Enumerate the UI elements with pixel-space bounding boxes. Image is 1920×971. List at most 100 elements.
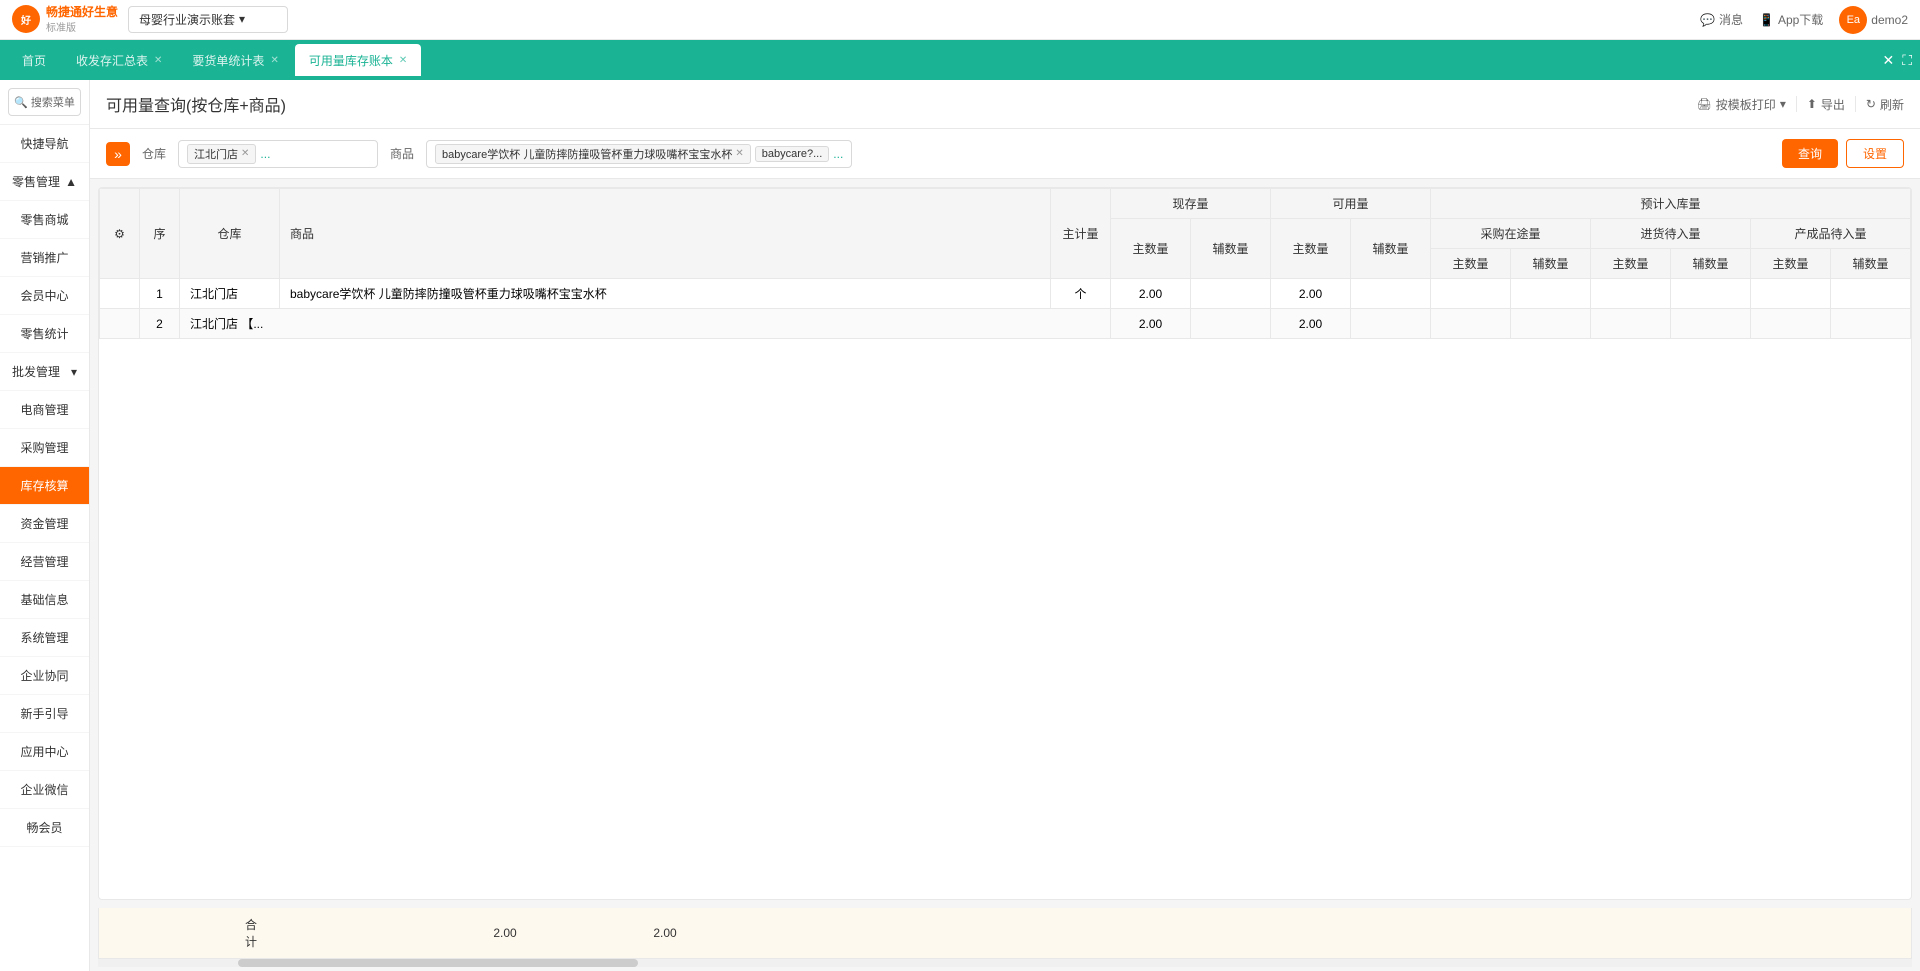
export-icon: ⬆ bbox=[1807, 97, 1817, 111]
sidebar-item-vip[interactable]: 畅会员 bbox=[0, 809, 89, 847]
refresh-button[interactable]: ↻ 刷新 bbox=[1866, 96, 1904, 113]
subtotal-incoming-main bbox=[1591, 309, 1671, 339]
th-incoming: 进货待入量 bbox=[1591, 219, 1751, 249]
sidebar-item-retail[interactable]: 零售管理 ▲ bbox=[0, 163, 89, 201]
product-more-icon[interactable]: ... bbox=[833, 147, 843, 161]
row1-production-main bbox=[1751, 279, 1831, 309]
product-filter-tag-2: babycare?... bbox=[755, 146, 830, 162]
row1-seq: 1 bbox=[140, 279, 180, 309]
divider-2 bbox=[1855, 96, 1856, 112]
scrollbar-thumb[interactable] bbox=[238, 959, 638, 967]
sidebar-item-marketing[interactable]: 营销推广 bbox=[0, 239, 89, 277]
tab-order-stats-close[interactable]: ✕ bbox=[270, 55, 278, 66]
user-action[interactable]: Ea demo2 bbox=[1839, 6, 1908, 34]
sidebar-item-operations[interactable]: 经营管理 bbox=[0, 543, 89, 581]
sidebar-item-retail-stats[interactable]: 零售统计 bbox=[0, 315, 89, 353]
subtotal-purchasing-main bbox=[1431, 309, 1511, 339]
filter-toggle-button[interactable]: » bbox=[106, 142, 130, 166]
sidebar-item-retail-mall[interactable]: 零售商城 bbox=[0, 201, 89, 239]
logo-area: 好 畅捷通好生意 标准版 bbox=[12, 5, 118, 34]
subtotal-purchasing-aux bbox=[1511, 309, 1591, 339]
tab-receivables-close[interactable]: ✕ bbox=[154, 55, 162, 66]
warehouse-filter-tag-value: 江北门店 bbox=[194, 146, 238, 162]
row1-available-main: 2.00 bbox=[1271, 279, 1351, 309]
sidebar-enterprise-wechat-label: 企业微信 bbox=[20, 781, 68, 798]
tab-close-all-icon[interactable]: ✕ bbox=[1882, 52, 1894, 69]
th-available: 可用量 bbox=[1271, 189, 1431, 219]
row1-incoming-aux bbox=[1671, 279, 1751, 309]
template-print-button[interactable]: 🖨 按模板打印 ▾ bbox=[1697, 96, 1786, 113]
th-available-aux: 辅数量 bbox=[1351, 219, 1431, 279]
tab-available-inventory-close[interactable]: ✕ bbox=[399, 55, 407, 66]
th-current-aux: 辅数量 bbox=[1191, 219, 1271, 279]
chevron-down-icon: ▾ bbox=[239, 12, 245, 26]
chevron-down-icon: ▾ bbox=[1780, 97, 1786, 111]
user-avatar: Ea bbox=[1839, 6, 1867, 34]
username-label: demo2 bbox=[1871, 13, 1908, 27]
row1-settings bbox=[100, 279, 140, 309]
industry-select[interactable]: 母婴行业演示账套 ▾ bbox=[128, 6, 288, 33]
warehouse-more-icon[interactable]: ... bbox=[260, 147, 270, 161]
sidebar-enterprise-label: 企业协同 bbox=[20, 667, 68, 684]
page-title: 可用量查询(按仓库+商品) bbox=[106, 92, 286, 128]
warehouse-tag-close[interactable]: ✕ bbox=[241, 148, 249, 159]
sidebar-item-purchase[interactable]: 采购管理 bbox=[0, 429, 89, 467]
th-settings[interactable]: ⚙ bbox=[100, 189, 140, 279]
settings-button[interactable]: 设置 bbox=[1846, 139, 1904, 168]
sidebar-item-wholesale[interactable]: 批发管理 ▾ bbox=[0, 353, 89, 391]
tab-order-stats[interactable]: 要货单统计表 ✕ bbox=[178, 44, 292, 76]
export-button[interactable]: ⬆ 导出 bbox=[1807, 96, 1845, 113]
sidebar-item-enterprise[interactable]: 企业协同 bbox=[0, 657, 89, 695]
sidebar-item-new-guide[interactable]: 新手引导 bbox=[0, 695, 89, 733]
sidebar-finance-label: 资金管理 bbox=[20, 515, 68, 532]
sidebar-item-app-center[interactable]: 应用中心 bbox=[0, 733, 89, 771]
subtotal-current-main: 2.00 bbox=[1111, 309, 1191, 339]
product-tag-1-close[interactable]: ✕ bbox=[735, 148, 743, 159]
tab-receivables-label: 收发存汇总表 bbox=[76, 52, 148, 69]
subtotal-settings bbox=[100, 309, 140, 339]
horizontal-scrollbar[interactable] bbox=[98, 959, 1912, 967]
tab-receivables[interactable]: 收发存汇总表 ✕ bbox=[62, 44, 176, 76]
warehouse-filter-input[interactable]: 江北门店 ✕ ... bbox=[178, 140, 378, 168]
sidebar-item-system[interactable]: 系统管理 bbox=[0, 619, 89, 657]
query-button[interactable]: 查询 bbox=[1782, 139, 1838, 168]
brand-name: 畅捷通好生意 bbox=[46, 5, 118, 19]
tab-expand-icon[interactable]: ⛶ bbox=[1902, 52, 1912, 69]
sidebar-item-quicknav[interactable]: 快捷导航 bbox=[0, 125, 89, 163]
product-filter-label: 商品 bbox=[390, 145, 414, 162]
page-header: 可用量查询(按仓库+商品) 🖨 按模板打印 ▾ ⬆ 导出 ↻ 刷新 bbox=[90, 80, 1920, 129]
th-seq: 序 bbox=[140, 189, 180, 279]
sidebar-search-button[interactable]: 🔍 搜索菜单 bbox=[8, 88, 81, 116]
sidebar-item-ecommerce[interactable]: 电商管理 bbox=[0, 391, 89, 429]
mobile-icon: 📱 bbox=[1759, 13, 1774, 27]
tab-home[interactable]: 首页 bbox=[8, 44, 60, 76]
row1-purchasing-main bbox=[1431, 279, 1511, 309]
subtotal-production-aux bbox=[1831, 309, 1911, 339]
sidebar-item-enterprise-wechat[interactable]: 企业微信 bbox=[0, 771, 89, 809]
table-row: 1 江北门店 babycare学饮杯 儿童防摔防撞吸管杯重力球吸嘴杯宝宝水杯 个… bbox=[100, 279, 1911, 309]
divider-1 bbox=[1796, 96, 1797, 112]
app-download-label: App下载 bbox=[1778, 11, 1823, 28]
sidebar-marketing-label: 营销推广 bbox=[20, 249, 68, 266]
footer-label: 合计 bbox=[115, 916, 265, 950]
product-filter-input[interactable]: babycare学饮杯 儿童防摔防撞吸管杯重力球吸嘴杯宝宝水杯 ✕ babyca… bbox=[426, 140, 852, 168]
subtotal-seq: 2 bbox=[140, 309, 180, 339]
tab-available-inventory[interactable]: 可用量库存账本 ✕ bbox=[295, 44, 421, 76]
sidebar-purchase-label: 采购管理 bbox=[20, 439, 68, 456]
table-wrap: ⚙ 序 仓库 商品 主计量 bbox=[98, 187, 1912, 900]
sidebar-item-member[interactable]: 会员中心 bbox=[0, 277, 89, 315]
message-action[interactable]: 💬 消息 bbox=[1700, 11, 1743, 28]
th-production-aux: 辅数量 bbox=[1831, 249, 1911, 279]
footer-current-main: 2.00 bbox=[465, 926, 545, 940]
sidebar-item-inventory[interactable]: 库存核算 bbox=[0, 467, 89, 505]
app-download-action[interactable]: 📱 App下载 bbox=[1759, 11, 1823, 28]
warehouse-filter-label: 仓库 bbox=[142, 145, 166, 162]
subtotal-warehouse: 江北门店 【... bbox=[180, 309, 1111, 339]
sidebar-retail-label: 零售管理 bbox=[12, 173, 60, 190]
sidebar-search-label: 搜索菜单 bbox=[31, 94, 75, 110]
sidebar-item-basics[interactable]: 基础信息 bbox=[0, 581, 89, 619]
row1-warehouse: 江北门店 bbox=[180, 279, 280, 309]
sidebar-item-finance[interactable]: 资金管理 bbox=[0, 505, 89, 543]
subtotal-current-aux bbox=[1191, 309, 1271, 339]
filter-actions: 查询 设置 bbox=[1782, 139, 1904, 168]
